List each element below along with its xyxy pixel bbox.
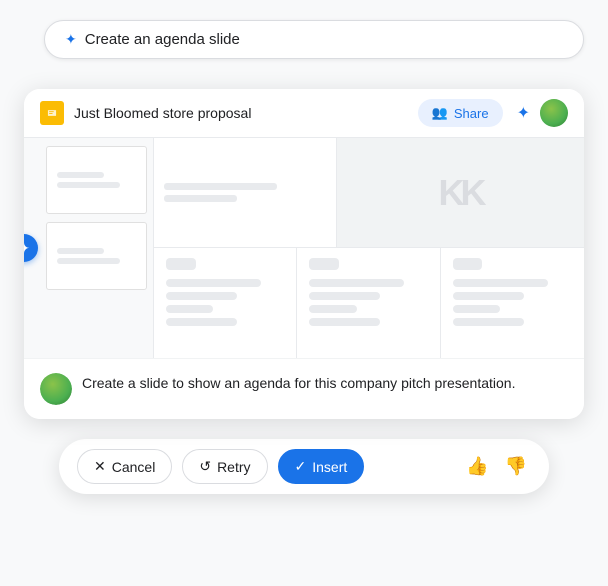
prompt-pill: ✦ Create an agenda slide — [44, 20, 584, 59]
sparkle-icon: ✦ — [65, 31, 77, 48]
slide-preview-brand[interactable]: KK — [337, 138, 584, 247]
slides-top-row: KK — [154, 138, 584, 248]
slides-card: Just Bloomed store proposal 👥 Share ✦ 1 — [24, 89, 584, 419]
header-sparkle-icon: ✦ — [517, 103, 530, 123]
slide-content-2[interactable] — [297, 248, 440, 358]
slides-main-area: KK — [154, 138, 584, 358]
slide-preview-1[interactable] — [154, 138, 337, 247]
slides-title: Just Bloomed store proposal — [74, 105, 408, 121]
retry-button[interactable]: ↺ Retry — [182, 449, 267, 484]
action-bar: ✕ Cancel ↺ Retry ✓ Insert 👍 👎 — [59, 439, 549, 494]
thumbs-down-button[interactable]: 👎 — [501, 452, 531, 481]
slides-header: Just Bloomed store proposal 👥 Share ✦ — [24, 89, 584, 138]
slide-thumb-1[interactable] — [46, 146, 147, 214]
chat-area: Create a slide to show an agenda for thi… — [24, 358, 584, 419]
share-button[interactable]: 👥 Share — [418, 99, 503, 127]
insert-checkmark-icon: ✓ — [295, 458, 307, 475]
slides-app-icon — [40, 101, 64, 125]
user-avatar-chat — [40, 373, 72, 405]
prompt-text: Create an agenda slide — [85, 31, 240, 48]
user-avatar-header — [540, 99, 568, 127]
brand-logo: KK — [439, 172, 483, 214]
thumbs-up-button[interactable]: 👍 — [462, 452, 492, 481]
retry-icon: ↺ — [199, 458, 211, 475]
insert-button[interactable]: ✓ Insert — [278, 449, 365, 484]
chat-message: Create a slide to show an agenda for thi… — [82, 373, 515, 394]
feedback-buttons: 👍 👎 — [462, 452, 531, 481]
cancel-button[interactable]: ✕ Cancel — [77, 449, 172, 484]
cancel-icon: ✕ — [94, 458, 106, 475]
slides-bottom-row — [154, 248, 584, 358]
share-people-icon: 👥 — [432, 105, 448, 121]
slide-thumb-2[interactable] — [46, 222, 147, 290]
slide-thumbnails-panel: 1 2 ✦ — [24, 138, 154, 358]
slides-content-area: 1 2 ✦ — [24, 138, 584, 358]
slide-content-1[interactable] — [154, 248, 297, 358]
slide-content-3[interactable] — [441, 248, 584, 358]
